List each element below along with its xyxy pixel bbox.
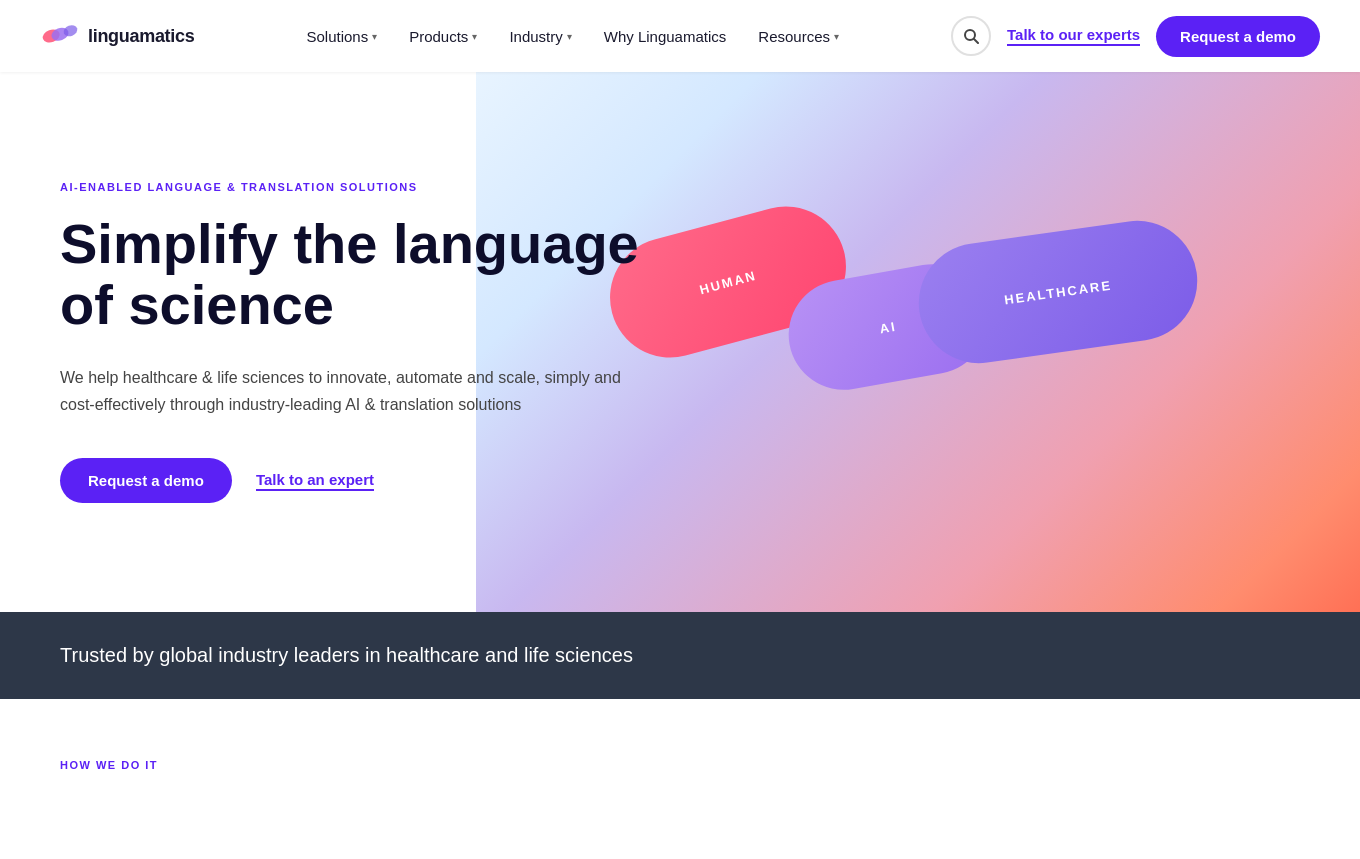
hero-title-line2: of science [60,273,334,336]
hero-title: Simplify the language of science [60,213,640,336]
logo-text: linguamatics [88,26,194,47]
logo[interactable]: linguamatics [40,22,194,50]
navbar: linguamatics Solutions ▾ Products ▾ Indu… [0,0,1360,72]
search-icon [963,28,979,44]
hero-eyebrow: AI-ENABLED LANGUAGE & TRANSLATION SOLUTI… [60,181,640,193]
trust-text: Trusted by global industry leaders in he… [60,644,1300,667]
how-section: HOW WE DO IT [0,699,1360,811]
nav-item-solutions[interactable]: Solutions ▾ [292,20,391,53]
hero-pills: HUMAN AI HEALTHCARE [628,192,1208,492]
request-demo-hero-button[interactable]: Request a demo [60,458,232,503]
pill-healthcare: HEALTHCARE [911,213,1205,371]
nav-item-industry[interactable]: Industry ▾ [495,20,585,53]
hero-title-line1: Simplify the language [60,212,639,275]
nav-item-products[interactable]: Products ▾ [395,20,491,53]
nav-links: Solutions ▾ Products ▾ Industry ▾ Why Li… [292,20,853,53]
trust-bar: Trusted by global industry leaders in he… [0,612,1360,699]
nav-actions: Talk to our experts Request a demo [951,16,1320,57]
hero-section: HUMAN AI HEALTHCARE AI-ENABLED LANGUAGE … [0,72,1360,612]
nav-item-resources[interactable]: Resources ▾ [744,20,853,53]
hero-cta: Request a demo Talk to an expert [60,458,640,503]
chevron-down-icon: ▾ [472,31,477,42]
how-section-eyebrow: HOW WE DO IT [60,759,1300,771]
hero-content: AI-ENABLED LANGUAGE & TRANSLATION SOLUTI… [0,121,680,564]
hero-description: We help healthcare & life sciences to in… [60,364,640,418]
request-demo-nav-button[interactable]: Request a demo [1156,16,1320,57]
nav-item-why[interactable]: Why Linguamatics [590,20,741,53]
svg-line-4 [974,39,978,43]
chevron-down-icon: ▾ [372,31,377,42]
chevron-down-icon: ▾ [834,31,839,42]
talk-to-expert-hero-link[interactable]: Talk to an expert [256,471,374,491]
search-button[interactable] [951,16,991,56]
talk-to-experts-link[interactable]: Talk to our experts [1007,26,1140,46]
chevron-down-icon: ▾ [567,31,572,42]
